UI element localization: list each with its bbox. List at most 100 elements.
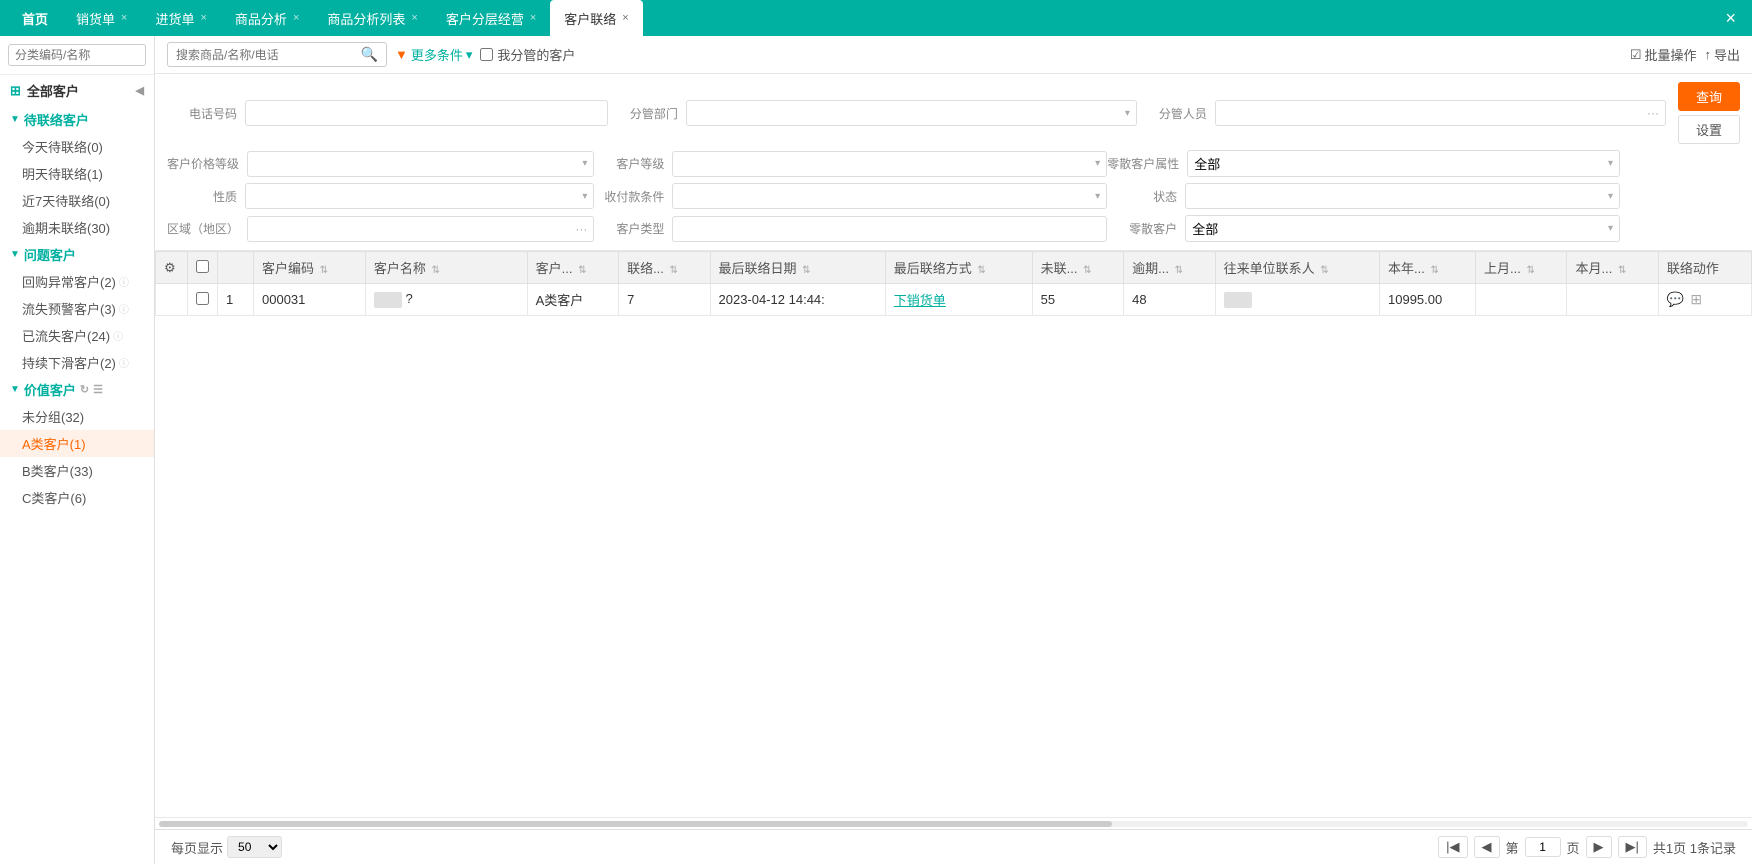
region-select[interactable]: ··· [247, 216, 594, 242]
retail-attr-caret-icon: ▾ [1608, 158, 1613, 169]
arrow-down-icon: ▼ [10, 114, 20, 125]
settings-icon[interactable]: ⚙ [164, 260, 176, 275]
col-this-year[interactable]: 本年... ⇅ [1380, 252, 1476, 284]
price-level-select[interactable]: ▾ [247, 151, 594, 177]
col-last-month[interactable]: 上月... ⇅ [1476, 252, 1567, 284]
person-dots-icon: ··· [1647, 106, 1659, 120]
status-select[interactable]: ▾ [1185, 183, 1620, 209]
my-customers-check[interactable] [480, 48, 493, 61]
sidebar-item-b-class[interactable]: B类客户(33) [0, 457, 154, 484]
collapse-icon[interactable]: ◀ [136, 84, 144, 97]
export-button[interactable]: ↑ 导出 [1704, 45, 1740, 64]
search-icon[interactable]: 🔍 [361, 46, 378, 63]
close-customer-layer-icon[interactable]: × [530, 12, 536, 24]
horizontal-scrollbar[interactable] [155, 817, 1752, 829]
close-customer-contact-icon[interactable]: × [622, 12, 628, 24]
col-category[interactable]: 客户... ⇅ [527, 252, 618, 284]
last-page-button[interactable]: ▶| [1618, 836, 1647, 858]
chat-icon[interactable]: 💬 [1667, 291, 1684, 308]
col-last-date[interactable]: 最后联络日期 ⇅ [710, 252, 885, 284]
sidebar-item-c-class[interactable]: C类客户(6) [0, 484, 154, 511]
row-checkbox[interactable] [196, 292, 209, 305]
search-input[interactable] [176, 48, 355, 62]
all-customers-header[interactable]: ⊞ 全部客户 ◀ [0, 75, 154, 106]
dept-select[interactable]: ▾ [686, 100, 1137, 126]
payment-select[interactable]: ▾ [672, 183, 1107, 209]
my-customers-checkbox[interactable]: 我分管的客户 [480, 45, 575, 64]
sidebar-group-problem[interactable]: ▼ 问题客户 [0, 241, 154, 268]
sidebar-item-overdue[interactable]: 逾期未联络(30) [0, 214, 154, 241]
filter-row-2: 客户价格等级 ▾ 客户等级 ▾ 零散客户属性 全部 [167, 150, 1740, 177]
setting-button[interactable]: 设置 [1678, 115, 1740, 144]
sort-year-icon: ⇅ [1430, 265, 1438, 276]
col-this-month[interactable]: 本月... ⇅ [1567, 252, 1658, 284]
next-page-button[interactable]: ▶ [1586, 836, 1612, 858]
first-page-button[interactable]: |◀ [1438, 836, 1467, 858]
col-last-method[interactable]: 最后联络方式 ⇅ [885, 252, 1032, 284]
scrollbar-thumb[interactable] [159, 821, 1112, 827]
close-goods-icon[interactable]: × [293, 12, 299, 24]
col-code[interactable]: 客户编码 ⇅ [254, 252, 366, 284]
sidebar-item-declining[interactable]: 持续下滑客户(2) ⓘ [0, 349, 154, 376]
sidebar-item-week[interactable]: 近7天待联络(0) [0, 187, 154, 214]
payment-caret-icon: ▾ [1095, 191, 1100, 202]
phone-input[interactable] [245, 100, 608, 126]
row-method-cell[interactable]: 下销货单 [885, 284, 1032, 316]
page-size-select[interactable]: 50 100 200 [227, 836, 282, 858]
col-uncontacted[interactable]: 未联... ⇅ [1032, 252, 1123, 284]
row-date-cell: 2023-04-12 14:44: [710, 284, 885, 316]
col-name[interactable]: 客户名称 ⇅ [365, 252, 527, 284]
person-select[interactable]: ··· [1215, 100, 1666, 126]
close-sales-icon[interactable]: × [121, 12, 127, 24]
nav-sales[interactable]: 销货单 × [62, 0, 141, 36]
sidebar-item-a-class[interactable]: A类客户(1) [0, 430, 154, 457]
sidebar-item-churned[interactable]: 已流失客户(24) ⓘ [0, 322, 154, 349]
nav-goods-analysis[interactable]: 商品分析 × [221, 0, 313, 36]
retail-select[interactable]: 全部 ▾ [1185, 215, 1620, 242]
refresh-icon[interactable]: ↻ [80, 383, 89, 396]
sidebar-item-repurchase[interactable]: 回购异常客户(2) ⓘ [0, 268, 154, 295]
sort-name-icon: ⇅ [432, 265, 440, 276]
level-select[interactable]: ▾ [672, 151, 1107, 177]
sidebar-item-ungroup[interactable]: 未分组(32) [0, 403, 154, 430]
prev-page-button[interactable]: ◀ [1474, 836, 1500, 858]
col-overdue[interactable]: 逾期... ⇅ [1124, 252, 1215, 284]
sidebar-item-tomorrow[interactable]: 明天待联络(1) [0, 160, 154, 187]
nav-customer-layer[interactable]: 客户分层经营 × [432, 0, 550, 36]
select-all-checkbox[interactable] [196, 260, 209, 273]
close-purchase-icon[interactable]: × [200, 12, 206, 24]
page-number-input[interactable] [1525, 837, 1561, 857]
sidebar-group-value[interactable]: ▼ 价值客户 ↻ ☰ [0, 376, 154, 403]
row-code-cell: 000031 [254, 284, 366, 316]
sidebar-item-churn-warning[interactable]: 流失预警客户(3) ⓘ [0, 295, 154, 322]
query-button[interactable]: 查询 [1678, 82, 1740, 111]
row-checkbox-cell[interactable] [188, 284, 218, 316]
table-row: 1 000031 ? A类客户 7 2023-04-12 14:44: 下销货单… [156, 284, 1752, 316]
batch-operation-button[interactable]: ☑ 批量操作 [1630, 45, 1697, 64]
close-goods-list-icon[interactable]: × [411, 12, 417, 24]
sidebar-group-pending[interactable]: ▼ 待联络客户 [0, 106, 154, 133]
top-close-icon[interactable]: × [1717, 8, 1744, 28]
method-link[interactable]: 下销货单 [894, 293, 946, 308]
sidebar-search-input[interactable] [8, 44, 146, 66]
edit-groups-icon[interactable]: ☰ [93, 383, 103, 396]
row-index-cell: 1 [218, 284, 254, 316]
nature-select[interactable]: ▾ [245, 183, 594, 209]
qr-icon[interactable]: ⊞ [1690, 291, 1702, 308]
adv-filters: 电话号码 分管部门 ▾ 分管人员 ··· [155, 74, 1752, 251]
scrollbar-track[interactable] [159, 821, 1748, 827]
main-layout: ⊞ 全部客户 ◀ ▼ 待联络客户 今天待联络(0) 明天待联络(1) 近7天待联… [0, 36, 1752, 864]
nav-home[interactable]: 首页 [8, 0, 62, 36]
nav-goods-analysis-list[interactable]: 商品分析列表 × [313, 0, 431, 36]
retail-attr-select[interactable]: 全部 ▾ [1187, 150, 1620, 177]
col-checkbox[interactable] [188, 252, 218, 284]
dept-caret-icon: ▾ [1125, 108, 1130, 119]
col-unit-contact[interactable]: 往来单位联系人 ⇅ [1215, 252, 1379, 284]
nav-purchase[interactable]: 进货单 × [141, 0, 220, 36]
type-select[interactable] [672, 216, 1107, 242]
col-settings[interactable]: ⚙ [156, 252, 188, 284]
more-filters-button[interactable]: ▼ 更多条件 ▾ [395, 45, 472, 64]
nav-customer-contact[interactable]: 客户联络 × [550, 0, 642, 36]
sidebar-item-today[interactable]: 今天待联络(0) [0, 133, 154, 160]
col-contact[interactable]: 联络... ⇅ [619, 252, 710, 284]
